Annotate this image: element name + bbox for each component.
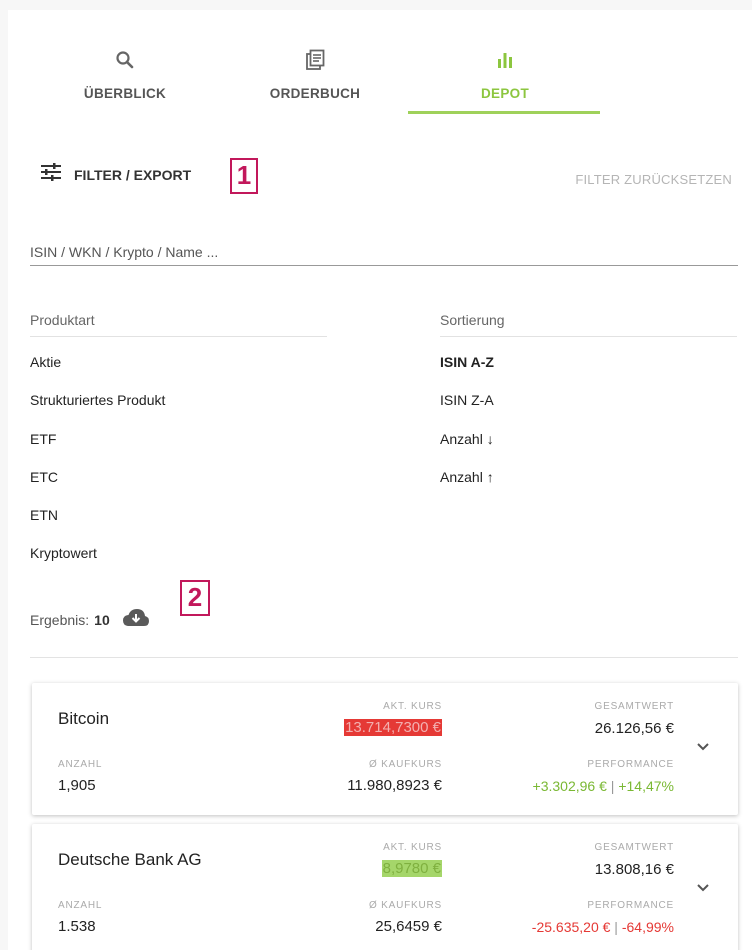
tune-icon <box>40 163 62 186</box>
cloud-download-icon[interactable] <box>122 608 150 631</box>
position-card[interactable]: Deutsche Bank AG AKT. KURS 8,9780 € GESA… <box>32 824 738 950</box>
tab-label: ÜBERBLICK <box>83 86 167 101</box>
sort-option[interactable]: ISIN Z-A <box>440 392 494 408</box>
search-icon <box>30 46 220 74</box>
reset-filter-button[interactable]: FILTER ZURÜCKSETZEN <box>575 172 732 187</box>
current-price: 8,9780 € <box>381 860 442 877</box>
performance-label: PERFORMANCE <box>587 759 674 770</box>
position-name: Bitcoin <box>58 709 110 728</box>
product-type-option[interactable]: Aktie <box>30 354 61 370</box>
total-value-label: GESAMTWERT <box>594 842 674 853</box>
result-label: Ergebnis: <box>30 611 90 628</box>
performance-value: -25.635,20 € | -64,99% <box>532 919 674 935</box>
divider <box>30 657 738 658</box>
current-price-label: AKT. KURS <box>383 842 442 853</box>
avg-buy-price: 25,6459 € <box>375 918 442 935</box>
product-type-heading: Produktart <box>30 312 327 337</box>
sort-option[interactable]: Anzahl ↑ <box>440 469 494 485</box>
tab-depot[interactable]: DEPOT <box>410 46 600 101</box>
avg-buy-price: 11.980,8923 € <box>347 777 442 794</box>
result-number: 10 <box>94 611 110 628</box>
separator: | <box>606 778 619 794</box>
tab-label: ORDERBUCH <box>269 86 361 101</box>
annotation-marker-1: 1 <box>230 158 258 194</box>
product-type-option[interactable]: Kryptowert <box>30 545 97 561</box>
active-tab-indicator <box>408 111 600 114</box>
total-value: 13.808,16 € <box>594 861 674 878</box>
product-type-option[interactable]: Strukturiertes Produkt <box>30 392 165 408</box>
result-count: Ergebnis: 10 <box>30 608 150 631</box>
avg-buy-price-label: Ø KAUFKURS <box>368 759 442 770</box>
position-name: Deutsche Bank AG <box>58 850 202 869</box>
search-input[interactable] <box>30 238 738 266</box>
performance-absolute: -25.635,20 € <box>531 919 611 935</box>
separator: | <box>610 919 622 935</box>
chevron-down-icon[interactable] <box>696 739 710 757</box>
avg-buy-price-label: Ø KAUFKURS <box>368 900 442 911</box>
bar-chart-icon <box>410 46 600 74</box>
tab-label: DEPOT <box>480 86 529 101</box>
performance-percent: +14,47% <box>618 778 674 794</box>
total-value: 26.126,56 € <box>594 720 674 737</box>
position-card[interactable]: Bitcoin AKT. KURS 13.714,7300 € GESAMTWE… <box>32 683 738 815</box>
current-price-label: AKT. KURS <box>383 701 442 712</box>
depot-panel: ÜBERBLICK ORDERBUCH DEPOT FILTER / EXPOR… <box>8 10 752 950</box>
filter-export-label: FILTER / EXPORT <box>74 166 192 183</box>
performance-value: +3.302,96 € | +14,47% <box>533 778 674 794</box>
performance-label: PERFORMANCE <box>587 900 674 911</box>
sort-option-selected[interactable]: ISIN A-Z <box>440 354 494 370</box>
tab-orderbuch[interactable]: ORDERBUCH <box>220 46 410 101</box>
product-type-option[interactable]: ETF <box>30 431 56 447</box>
product-type-option[interactable]: ETN <box>30 507 58 523</box>
total-value-label: GESAMTWERT <box>594 701 674 712</box>
performance-percent: -64,99% <box>621 919 674 935</box>
orderbook-icon <box>220 46 410 74</box>
quantity-label: ANZAHL <box>58 900 103 911</box>
sorting-heading: Sortierung <box>440 312 737 337</box>
current-price: 13.714,7300 € <box>344 719 442 736</box>
product-type-option[interactable]: ETC <box>30 469 58 485</box>
quantity: 1.538 <box>58 918 96 935</box>
sort-option[interactable]: Anzahl ↓ <box>440 431 494 447</box>
performance-absolute: +3.302,96 € <box>532 778 607 794</box>
chevron-down-icon[interactable] <box>696 880 710 898</box>
tab-ueberblick[interactable]: ÜBERBLICK <box>30 46 220 101</box>
annotation-marker-2: 2 <box>180 580 210 616</box>
quantity: 1,905 <box>58 777 96 794</box>
filter-export-toggle[interactable]: FILTER / EXPORT <box>40 163 191 186</box>
quantity-label: ANZAHL <box>58 759 103 770</box>
